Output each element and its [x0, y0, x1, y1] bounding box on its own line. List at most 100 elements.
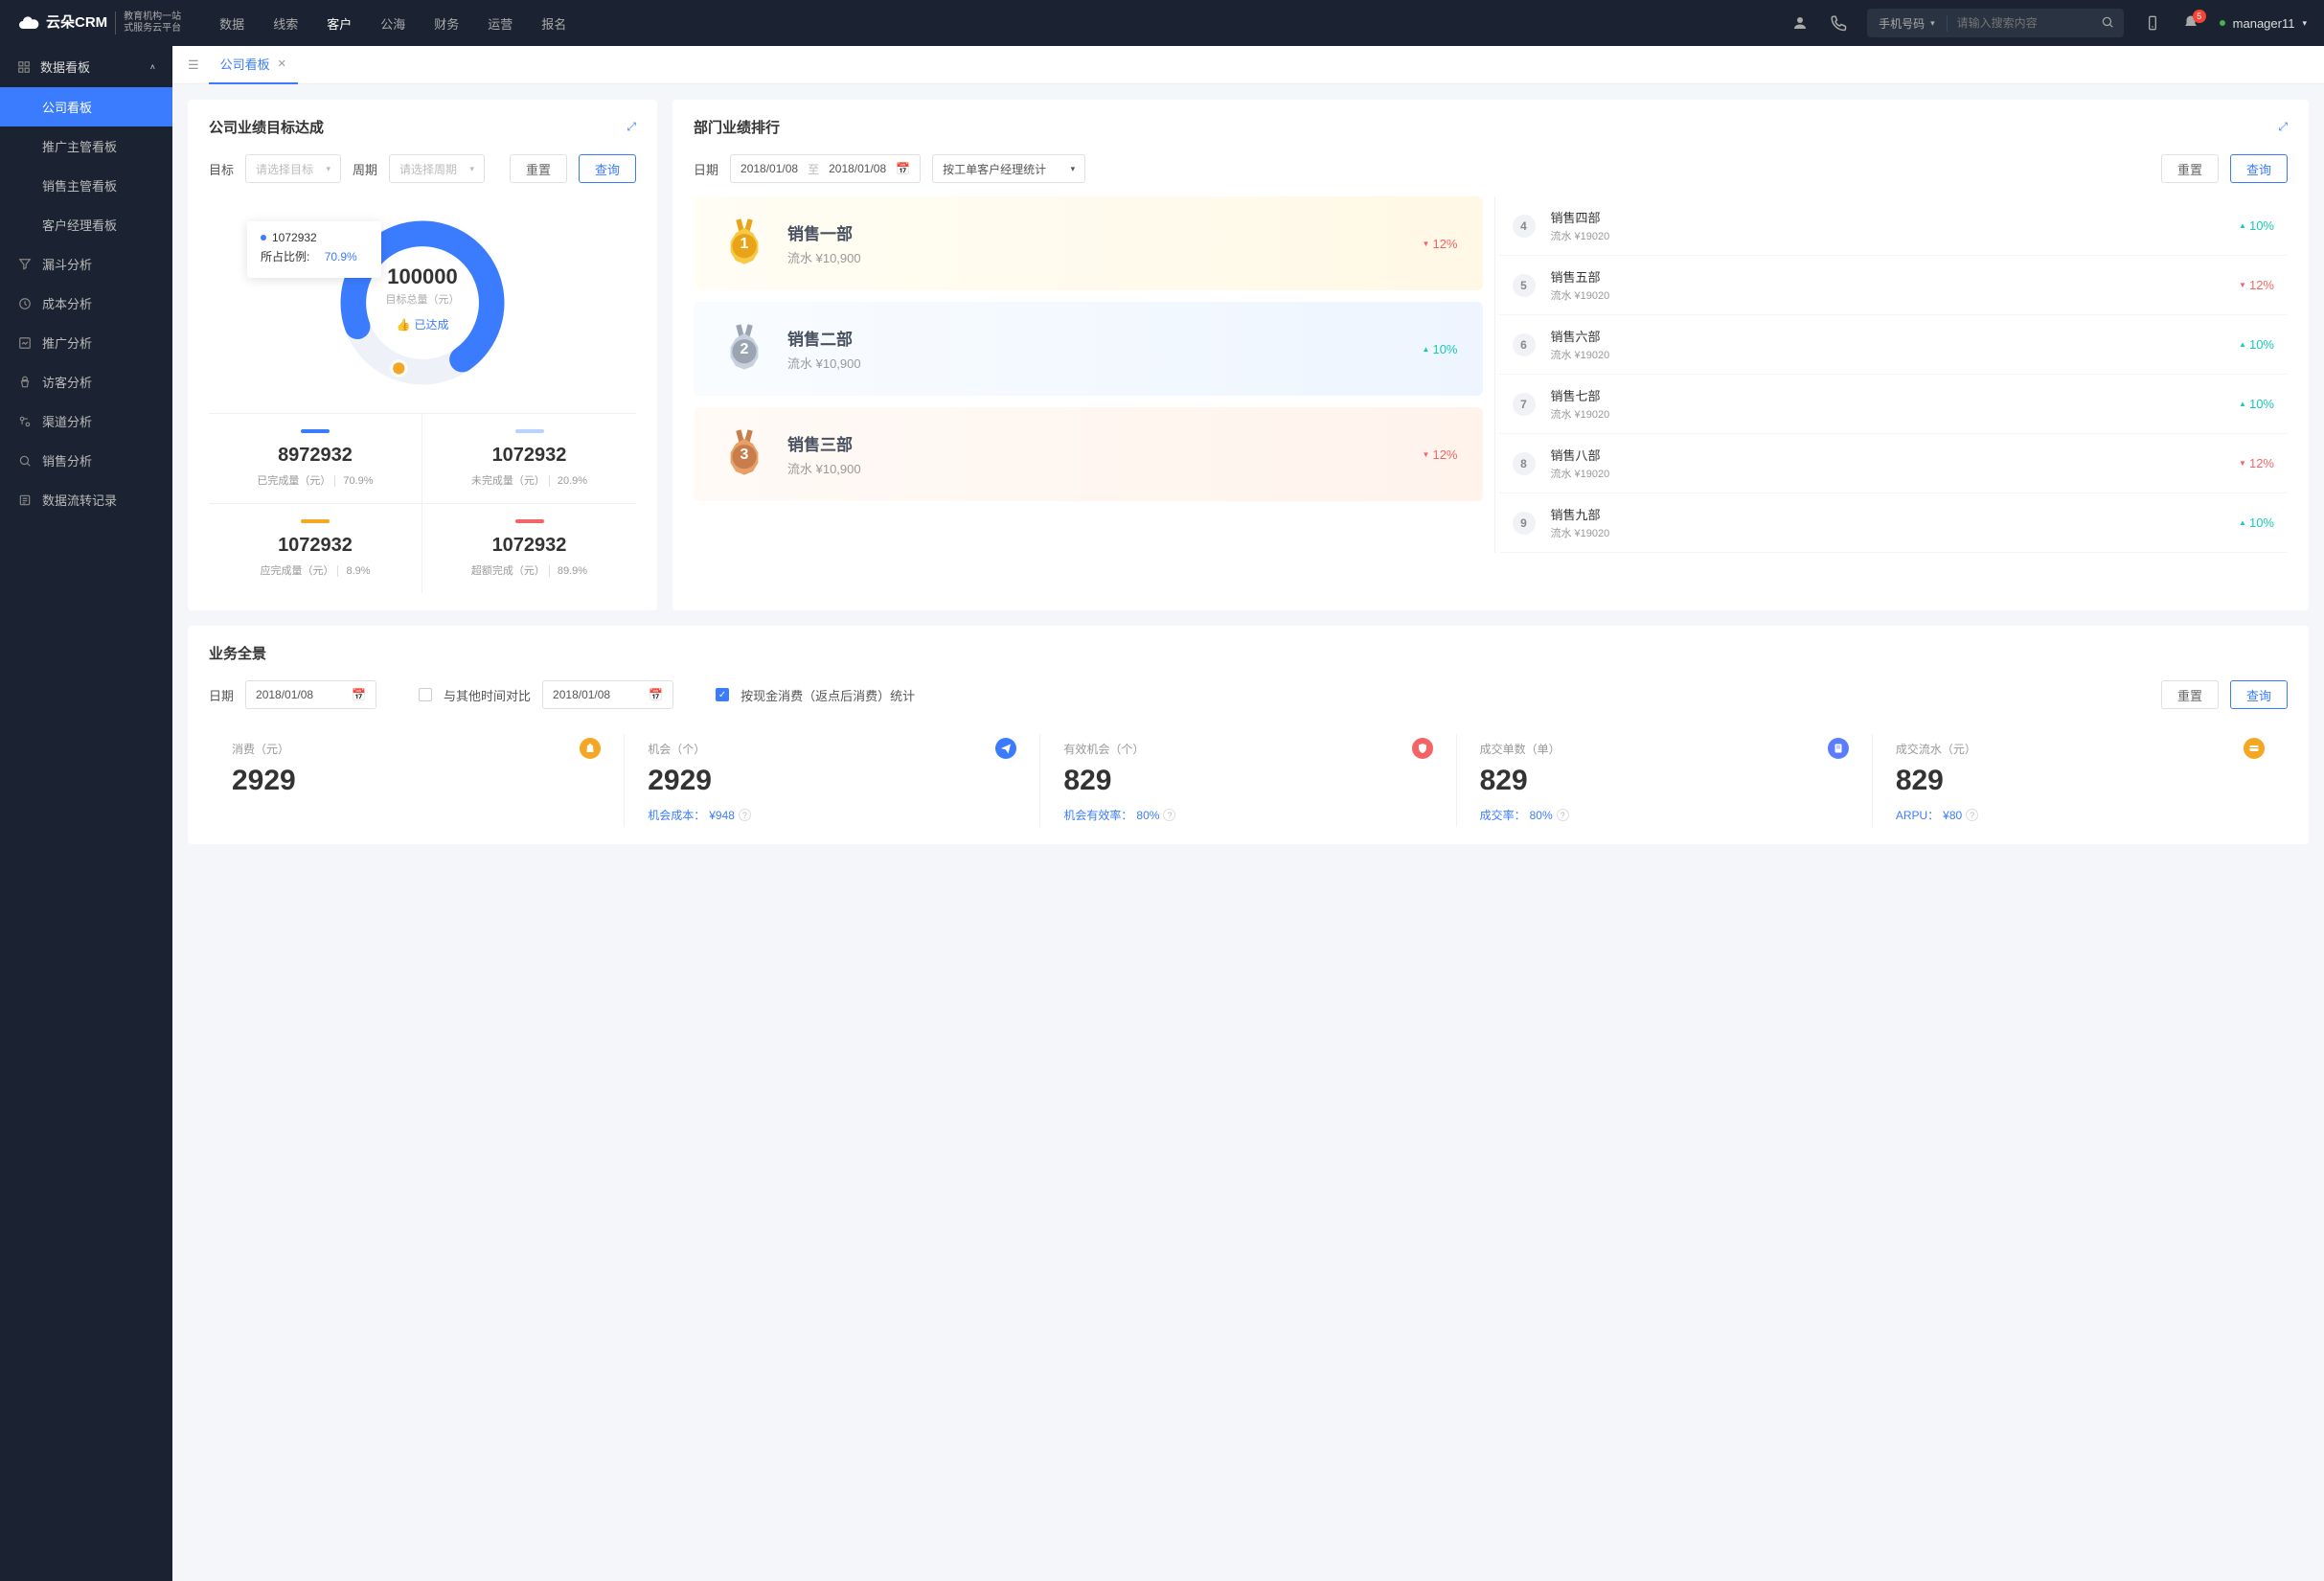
sidebar-item[interactable]: 访客分析 [0, 362, 172, 401]
overview-card[interactable]: 机会（个）2929机会成本：¥948? [625, 734, 1040, 827]
compare-date-input[interactable]: 2018/01/08📅 [542, 680, 673, 709]
search-button[interactable] [2091, 15, 2124, 32]
cloud-icon [17, 11, 40, 34]
overview-card[interactable]: 有效机会（个）829机会有效率：80%? [1040, 734, 1456, 827]
menu-icon [17, 415, 33, 428]
goals-panel: 公司业绩目标达成 ⤢ 目标 请选择目标▾ 周期 请选择周期▾ 重置 查询 [188, 100, 657, 610]
tab-bar: ☰ 公司看板 ✕ [172, 46, 2324, 84]
calendar-icon: 📅 [649, 688, 663, 701]
logo[interactable]: 云朵CRM 教育机构一站式服务云平台 [17, 11, 181, 34]
nav-item[interactable]: 公海 [380, 14, 405, 33]
sidebar-item[interactable]: 推广分析 [0, 323, 172, 362]
target-select[interactable]: 请选择目标▾ [245, 154, 341, 183]
close-icon[interactable]: ✕ [278, 57, 286, 70]
header: 云朵CRM 教育机构一站式服务云平台 数据线索客户公海财务运营报名 手机号码▾ … [0, 0, 2324, 46]
bag-icon [580, 738, 601, 759]
trend-indicator: 12% [1423, 447, 1458, 462]
rank-podium-card[interactable]: 1销售一部流水 ¥10,900 12% [694, 196, 1483, 290]
tab-company-dashboard[interactable]: 公司看板 ✕ [209, 46, 298, 84]
donut-chart: 1072932 所占比例: 70.9% 100000 目标总量（元） [209, 212, 636, 394]
nav-item[interactable]: 运营 [488, 14, 513, 33]
date-range-input[interactable]: 2018/01/08至2018/01/08 📅 [730, 154, 921, 183]
medal-icon: 1 [718, 218, 770, 269]
help-icon[interactable]: ? [1557, 809, 1569, 821]
sidebar-item[interactable]: 客户经理看板 [0, 205, 172, 244]
panel-title: 业务全景 [209, 643, 2288, 663]
search-input[interactable] [1948, 16, 2091, 30]
compare-checkbox[interactable] [419, 688, 432, 701]
trend-indicator: 10% [2239, 397, 2274, 411]
collapse-sidebar-button[interactable]: ☰ [182, 57, 205, 73]
expand-icon[interactable]: ⤢ [2278, 120, 2288, 134]
sidebar-item[interactable]: 销售主管看板 [0, 166, 172, 205]
query-button[interactable]: 查询 [579, 154, 636, 183]
help-icon[interactable]: ? [1966, 809, 1978, 821]
rank-row[interactable]: 6销售六部流水 ¥19020 10% [1499, 315, 2289, 375]
mode-select[interactable]: 按工单客户经理统计▾ [932, 154, 1085, 183]
overview-card[interactable]: 消费（元）2929 [209, 734, 625, 827]
overview-card[interactable]: 成交单数（单）829成交率：80%? [1457, 734, 1873, 827]
rank-podium-card[interactable]: 3销售三部流水 ¥10,900 12% [694, 407, 1483, 501]
help-icon[interactable]: ? [739, 809, 751, 821]
period-select[interactable]: 请选择周期▾ [389, 154, 485, 183]
thumb-icon: 👍 [397, 318, 411, 332]
calendar-icon: 📅 [352, 688, 366, 701]
target-label: 目标 [209, 160, 234, 178]
nav-item[interactable]: 报名 [541, 14, 566, 33]
rank-row[interactable]: 7销售七部流水 ¥19020 10% [1499, 375, 2289, 434]
trend-indicator: 12% [2239, 278, 2274, 292]
stat-cell: 8972932已完成量（元）70.9% [209, 413, 422, 503]
bell-icon[interactable]: 5 [2181, 13, 2200, 33]
help-icon[interactable]: ? [1163, 809, 1175, 821]
menu-icon [17, 336, 33, 350]
trend-indicator: 10% [2239, 218, 2274, 233]
nav-item[interactable]: 线索 [273, 14, 298, 33]
panel-title: 公司业绩目标达成 [209, 117, 627, 137]
dashboard-icon [17, 60, 31, 74]
date-input[interactable]: 2018/01/08📅 [245, 680, 376, 709]
search-type-select[interactable]: 手机号码▾ [1867, 15, 1948, 32]
card-icon [2244, 738, 2265, 759]
stat-checkbox[interactable]: ✓ [716, 688, 729, 701]
sidebar-item[interactable]: 销售分析 [0, 441, 172, 480]
sidebar-item[interactable]: 数据流转记录 [0, 480, 172, 519]
sidebar-item[interactable]: 漏斗分析 [0, 244, 172, 284]
rank-row[interactable]: 4销售四部流水 ¥19020 10% [1499, 196, 2289, 256]
overview-card[interactable]: 成交流水（元）829ARPU：¥80? [1873, 734, 2288, 827]
sidebar-item[interactable]: 推广主管看板 [0, 126, 172, 166]
person-icon[interactable] [1790, 13, 1810, 33]
query-button[interactable]: 查询 [2230, 154, 2288, 183]
reset-button[interactable]: 重置 [2161, 154, 2219, 183]
trend-indicator: 12% [1423, 237, 1458, 251]
sidebar-group-dashboard[interactable]: 数据看板 ˄ [0, 46, 172, 87]
expand-icon[interactable]: ⤢ [627, 120, 636, 134]
nav-item[interactable]: 数据 [219, 14, 244, 33]
phone-icon[interactable] [1829, 13, 1848, 33]
nav-item[interactable]: 财务 [434, 14, 459, 33]
rank-panel: 部门业绩排行 ⤢ 日期 2018/01/08至2018/01/08 📅 按工单客… [672, 100, 2309, 610]
reset-button[interactable]: 重置 [2161, 680, 2219, 709]
logo-sub: 教育机构一站式服务云平台 [115, 11, 181, 34]
query-button[interactable]: 查询 [2230, 680, 2288, 709]
menu-icon [17, 297, 33, 310]
donut-sub: 目标总量（元） [331, 291, 513, 307]
menu-icon [17, 376, 33, 389]
reset-button[interactable]: 重置 [510, 154, 567, 183]
trend-indicator: 12% [2239, 456, 2274, 470]
rank-row[interactable]: 9销售九部流水 ¥19020 10% [1499, 493, 2289, 553]
calendar-icon: 📅 [896, 162, 910, 175]
nav-item[interactable]: 客户 [327, 14, 352, 33]
chevron-up-icon: ˄ [150, 62, 155, 72]
medal-icon: 3 [718, 428, 770, 480]
rank-row[interactable]: 8销售八部流水 ¥19020 12% [1499, 434, 2289, 493]
sidebar-item[interactable]: 公司看板 [0, 87, 172, 126]
rank-row[interactable]: 5销售五部流水 ¥19020 12% [1499, 256, 2289, 315]
sidebar-item[interactable]: 成本分析 [0, 284, 172, 323]
panel-title: 部门业绩排行 [694, 117, 2278, 137]
device-icon[interactable] [2143, 13, 2162, 33]
main-nav: 数据 线索 客户 公海 财务 运营 报名 [219, 14, 566, 33]
user-menu[interactable]: manager11 ▾ [2220, 16, 2307, 31]
rank-podium-card[interactable]: 2销售二部流水 ¥10,900 10% [694, 302, 1483, 396]
menu-icon [17, 493, 33, 507]
sidebar-item[interactable]: 渠道分析 [0, 401, 172, 441]
